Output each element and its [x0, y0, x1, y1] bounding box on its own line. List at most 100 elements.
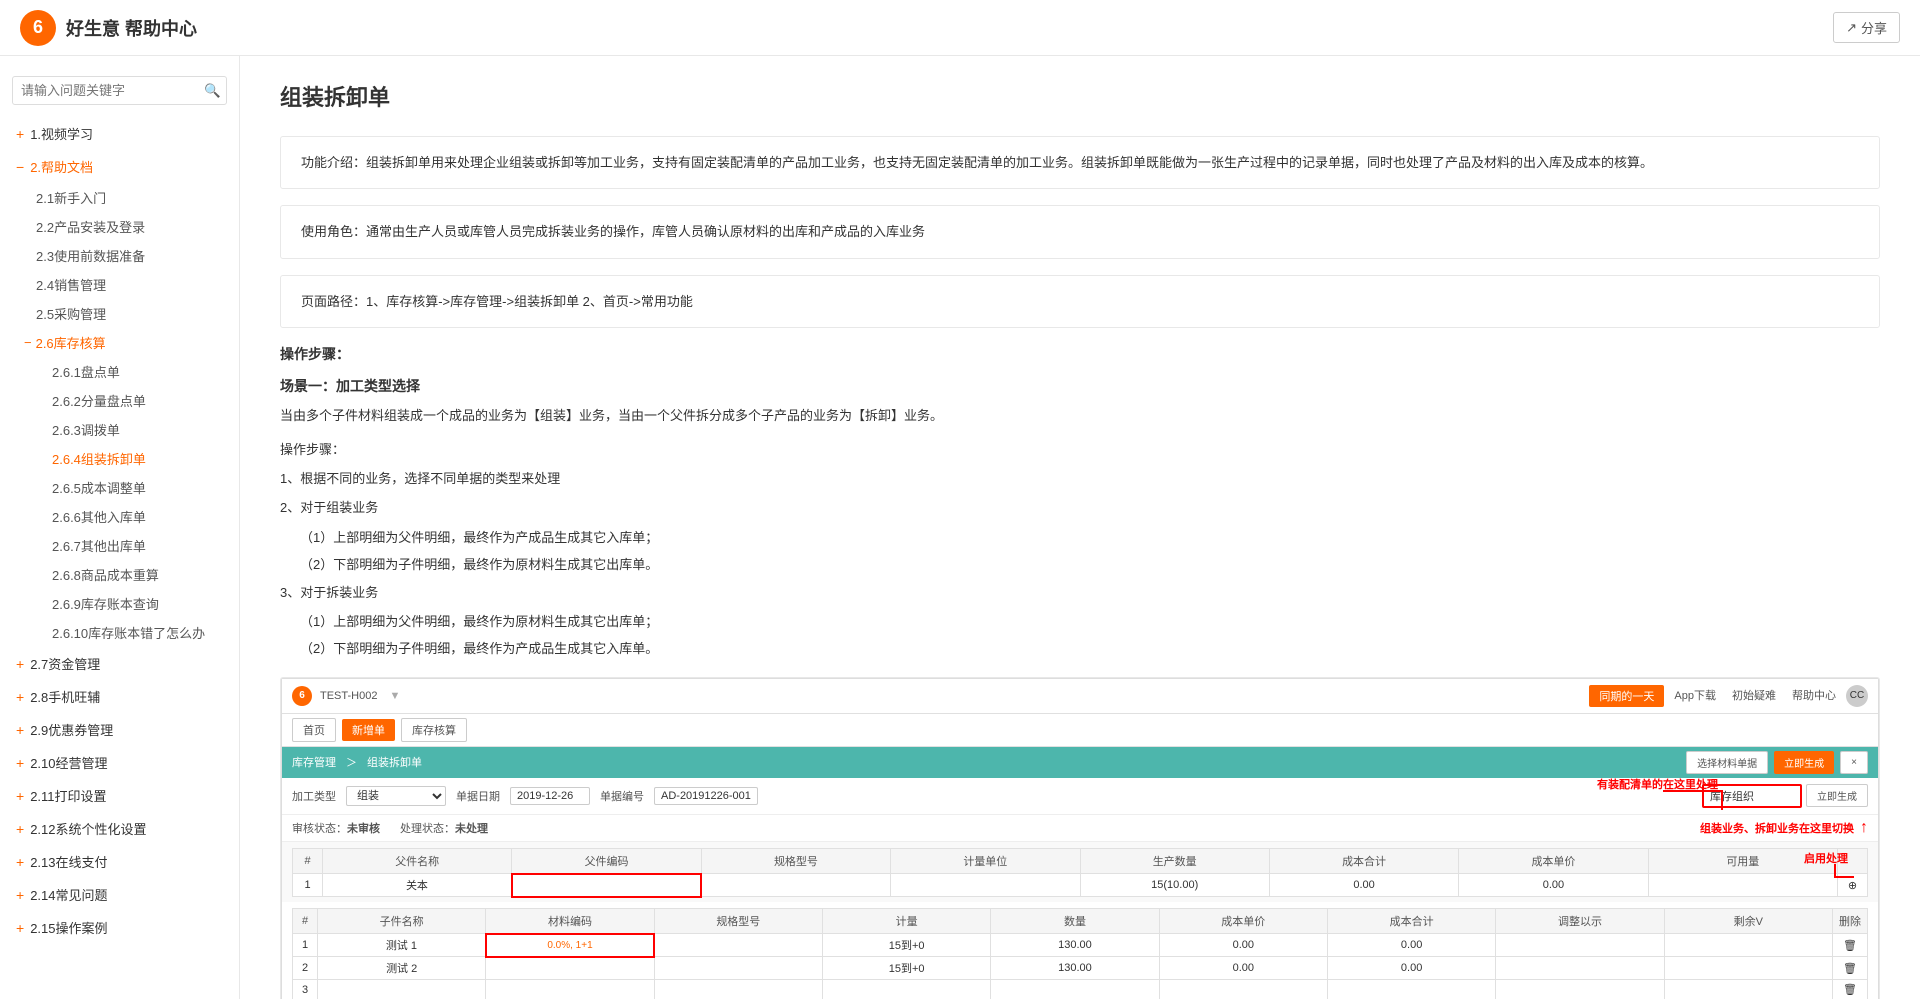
step2-sub1: （1）上部明细为父件明细，最终作为产成品生成其它入库单；	[280, 526, 1880, 549]
logo-text: 好生意 帮助中心	[66, 15, 197, 41]
step3-sub2: （2）下部明细为子件明细，最终作为产成品生成其它入库单。	[280, 637, 1880, 660]
minus-icon: −	[16, 159, 24, 175]
steps-title: 操作步骤：	[280, 344, 1880, 364]
plus-icon-3: +	[16, 689, 24, 705]
sidebar-item-assembly[interactable]: 2.6.4组装拆卸单	[0, 444, 239, 473]
main-layout: 🔍 + 1.视频学习 − 2.帮助文档 2.1新手入门 2.2产品安装及登录 2…	[0, 56, 1920, 999]
scene1-title: 场景一：加工类型选择	[280, 376, 1880, 396]
mock-child-table-section: # 子件名称 材料编码 规格型号 计量 数量 成本单价 成本合计 调整以示 剩余…	[282, 902, 1878, 999]
table-row: 3🗑	[293, 980, 1868, 999]
page-title: 组装拆卸单	[280, 80, 1880, 112]
plus-icon-8: +	[16, 854, 24, 870]
sidebar: 🔍 + 1.视频学习 − 2.帮助文档 2.1新手入门 2.2产品安装及登录 2…	[0, 56, 240, 999]
scene1-desc: 当由多个子件材料组装成一个成品的业务为【组装】业务，当由一个父件拆分成多个子产品…	[280, 404, 1880, 427]
sidebar-item-install[interactable]: 2.2产品安装及登录	[0, 212, 239, 241]
sidebar-item-ledger-fix[interactable]: 2.6.10库存账本错了怎么办	[0, 618, 239, 647]
step2-sub2: （2）下部明细为子件明细，最终作为原材料生成其它出库单。	[280, 553, 1880, 576]
plus-icon-6: +	[16, 788, 24, 804]
mock-close-btn[interactable]: ×	[1840, 751, 1868, 774]
logo-icon: 6	[20, 10, 56, 46]
sidebar-item-stocktake[interactable]: 2.6.1盘点单	[0, 357, 239, 386]
share-button[interactable]: ↗ 分享	[1833, 12, 1900, 43]
mock-choose-btn[interactable]: 立即生成	[1806, 784, 1868, 807]
sidebar-item-sales[interactable]: 2.4销售管理	[0, 270, 239, 299]
mock-topbar: 6 TEST-H002 ▼ 同期的一天 App下载 初始疑难 帮助中心 CC	[282, 679, 1878, 714]
minus-icon-2: −	[24, 335, 32, 350]
mock-tab-new[interactable]: 新增单	[342, 719, 395, 741]
annotation-assembly: 组装业务、拆卸业务在这里切换	[1700, 820, 1854, 836]
mock-tab-home[interactable]: 首页	[292, 718, 336, 742]
mock-header-bar: 库存管理 ＞ 组装拆卸单 选择材料单据 立即生成 ×	[282, 747, 1878, 778]
header: 6 好生意 帮助中心 ↗ 分享	[0, 0, 1920, 56]
mock-top-buttons: 同期的一天 App下载 初始疑难 帮助中心 CC	[1589, 685, 1868, 707]
path-text: 页面路径：1、库存核算->库存管理->组装拆卸单 2、首页->常用功能	[301, 290, 1859, 313]
plus-icon-4: +	[16, 722, 24, 738]
mock-logo: 6	[292, 686, 312, 706]
mock-save-btn[interactable]: 立即生成	[1774, 751, 1834, 774]
main-content: 组装拆卸单 功能介绍：组装拆卸单用来处理企业组装或拆卸等加工业务，支持有固定装配…	[240, 56, 1920, 999]
sidebar-item-inventory[interactable]: − 2.6库存核算	[0, 328, 239, 357]
sidebar-item-print[interactable]: + 2.11打印设置	[0, 779, 239, 812]
sidebar-item-cost-recalc[interactable]: 2.6.8商品成本重算	[0, 560, 239, 589]
step3: 3、对于拆装业务	[280, 581, 1880, 604]
mock-form-section: 加工类型 组装 拆卸 单据日期 2019-12-26 单据编号 AD-20191…	[282, 778, 1878, 815]
plus-icon: +	[16, 126, 24, 142]
sidebar-item-newbie[interactable]: 2.1新手入门	[0, 183, 239, 212]
table-row: 1 关本 15(10.00) 0.00 0.00 ⊕	[293, 874, 1868, 897]
search-input[interactable]	[12, 76, 227, 105]
sidebar-item-faq[interactable]: + 2.14常见问题	[0, 878, 239, 911]
mock-avatar: CC	[1846, 685, 1868, 707]
mock-screenshot: 6 TEST-H002 ▼ 同期的一天 App下载 初始疑难 帮助中心 CC 首…	[281, 678, 1879, 999]
search-box: 🔍	[0, 66, 239, 115]
plus-icon-10: +	[16, 920, 24, 936]
mock-parent-table-section: # 父件名称 父件编码 规格型号 计量单位 生产数量 成本合计 成本单价 可用量	[282, 842, 1878, 902]
sidebar-item-operation[interactable]: + 2.10经营管理	[0, 746, 239, 779]
mock-settings[interactable]: 初始疑难	[1726, 685, 1782, 707]
step3-sub1: （1）上部明细为父件明细，最终作为原材料生成其它出库单；	[280, 610, 1880, 633]
mock-nav: 首页 新增单 库存核算	[282, 714, 1878, 747]
mock-child-table: # 子件名称 材料编码 规格型号 计量 数量 成本单价 成本合计 调整以示 剩余…	[292, 908, 1868, 999]
sidebar-item-purchase[interactable]: 2.5采购管理	[0, 299, 239, 328]
path-block: 页面路径：1、库存核算->库存管理->组装拆卸单 2、首页->常用功能	[280, 275, 1880, 328]
intro-text: 功能介绍：组装拆卸单用来处理企业组装或拆卸等加工业务，支持有固定装配清单的产品加…	[301, 151, 1859, 174]
table-row: 2 测试 2 15到+0 130.00 0.00 0.00 🗑	[293, 957, 1868, 980]
sidebar-item-data-prep[interactable]: 2.3使用前数据准备	[0, 241, 239, 270]
intro-block: 功能介绍：组装拆卸单用来处理企业组装或拆卸等加工业务，支持有固定装配清单的产品加…	[280, 136, 1880, 189]
table-row: 1 测试 1 0.0%, 1+1 15到+0 130.00 0.00 0.00	[293, 934, 1868, 957]
sidebar-item-video-learning[interactable]: + 1.视频学习	[0, 117, 239, 150]
role-block: 使用角色：通常由生产人员或库管人员完成拆装业务的操作，库管人员确认原材料的出库和…	[280, 205, 1880, 258]
mock-btn-today[interactable]: 同期的一天	[1589, 685, 1664, 707]
mock-parent-table: # 父件名称 父件编码 规格型号 计量单位 生产数量 成本合计 成本单价 可用量	[292, 848, 1868, 898]
sidebar-item-personalize[interactable]: + 2.12系统个性化设置	[0, 812, 239, 845]
sidebar-item-other-inbound[interactable]: 2.6.6其他入库单	[0, 502, 239, 531]
mock-help[interactable]: 帮助中心	[1786, 685, 1842, 707]
plus-icon-9: +	[16, 887, 24, 903]
screenshot-container: 6 TEST-H002 ▼ 同期的一天 App下载 初始疑难 帮助中心 CC 首…	[280, 677, 1880, 999]
sidebar-item-case[interactable]: + 2.15操作案例	[0, 911, 239, 944]
plus-icon-2: +	[16, 656, 24, 672]
mock-tab-inventory[interactable]: 库存核算	[401, 718, 467, 742]
step2: 2、对于组装业务	[280, 496, 1880, 519]
sidebar-item-ledger-query[interactable]: 2.6.9库存账本查询	[0, 589, 239, 618]
search-wrap: 🔍	[12, 76, 227, 105]
sidebar-item-other-outbound[interactable]: 2.6.7其他出库单	[0, 531, 239, 560]
sidebar-item-cost-adjust[interactable]: 2.6.5成本调整单	[0, 473, 239, 502]
sidebar-item-mobile[interactable]: + 2.8手机旺辅	[0, 680, 239, 713]
sidebar-item-payment[interactable]: + 2.13在线支付	[0, 845, 239, 878]
mock-shop: TEST-H002	[320, 690, 377, 702]
sidebar-item-transfer[interactable]: 2.6.3调拨单	[0, 415, 239, 444]
mock-status-row: 审核状态：未审核 处理状态：未处理 组装业务、拆卸业务在这里切换 ↑	[282, 815, 1878, 842]
plus-icon-7: +	[16, 821, 24, 837]
mock-select-material-btn[interactable]: 选择材料单据	[1686, 751, 1768, 774]
sidebar-item-help-docs[interactable]: − 2.帮助文档	[0, 150, 239, 183]
share-icon: ↗	[1846, 20, 1857, 36]
plus-icon-5: +	[16, 755, 24, 771]
search-button[interactable]: 🔍	[204, 83, 221, 99]
mock-app-download[interactable]: App下载	[1668, 685, 1722, 707]
steps-section: 操作步骤： 场景一：加工类型选择 当由多个子件材料组装成一个成品的业务为【组装】…	[280, 344, 1880, 661]
sidebar-item-coupon[interactable]: + 2.9优惠券管理	[0, 713, 239, 746]
mock-type-select[interactable]: 组装 拆卸	[346, 786, 446, 806]
sidebar-item-finance[interactable]: + 2.7资金管理	[0, 647, 239, 680]
sidebar-item-partial-stocktake[interactable]: 2.6.2分量盘点单	[0, 386, 239, 415]
step1: 1、根据不同的业务，选择不同单据的类型来处理	[280, 467, 1880, 490]
